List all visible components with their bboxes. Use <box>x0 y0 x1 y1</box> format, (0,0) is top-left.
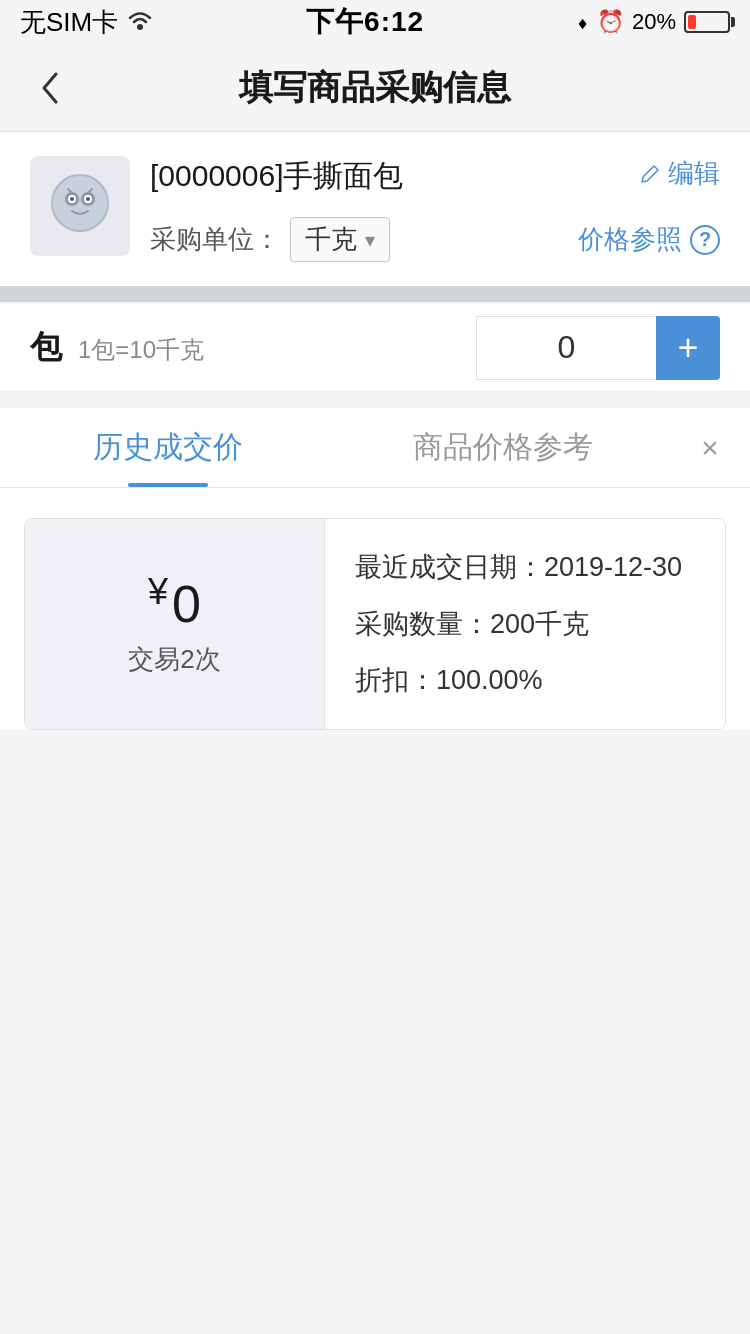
product-name-row: [0000006]手撕面包 编辑 <box>150 156 720 197</box>
purchase-qty-row: 采购数量：200千克 <box>355 604 695 645</box>
quantity-input[interactable]: 0 <box>476 316 656 380</box>
price-ref-label: 价格参照 <box>578 222 682 257</box>
status-left: 无SIM卡 <box>20 5 154 40</box>
history-left: ¥0 交易2次 <box>25 519 325 729</box>
unit-arrow-icon: ▾ <box>365 228 375 252</box>
battery-icon <box>684 11 730 33</box>
edit-button[interactable]: 编辑 <box>639 156 720 191</box>
quantity-label-group: 包 1包=10千克 <box>30 326 204 370</box>
location-icon: ⬧ <box>576 9 589 35</box>
price-ref-icon: ? <box>690 225 720 255</box>
separator-bar <box>0 286 750 302</box>
battery-percent: 20% <box>632 9 676 35</box>
tabs-header: 历史成交价 商品价格参考 × <box>0 408 750 488</box>
recent-date-row: 最近成交日期：2019-12-30 <box>355 547 695 588</box>
unit-select[interactable]: 千克 ▾ <box>290 217 390 262</box>
quantity-unit-big: 包 <box>30 326 62 370</box>
trade-count: 交易2次 <box>128 642 220 677</box>
status-bar: 无SIM卡 下午6:12 ⬧ ⏰ 20% <box>0 0 750 44</box>
nav-bar: 填写商品采购信息 <box>0 44 750 132</box>
tab-price-ref[interactable]: 商品价格参考 <box>335 408 670 487</box>
battery-fill <box>688 15 696 29</box>
main-body <box>0 760 750 1335</box>
history-price: ¥0 <box>148 571 201 634</box>
quantity-input-group: 0 + <box>476 316 720 380</box>
quantity-sub-label: 1包=10千克 <box>78 334 204 366</box>
unit-value: 千克 <box>305 222 357 257</box>
product-image <box>30 156 130 256</box>
product-name: [0000006]手撕面包 <box>150 156 639 197</box>
tab-close-button[interactable]: × <box>670 408 750 488</box>
status-right: ⬧ ⏰ 20% <box>576 9 730 35</box>
svg-point-0 <box>137 24 143 30</box>
tab-history-price[interactable]: 历史成交价 <box>0 408 335 487</box>
svg-point-6 <box>70 197 74 201</box>
quantity-plus-button[interactable]: + <box>656 316 720 380</box>
svg-point-1 <box>52 175 108 231</box>
product-logo <box>50 173 110 239</box>
tab-underline <box>128 483 208 487</box>
page-title: 填写商品采购信息 <box>239 65 511 111</box>
currency-symbol: ¥ <box>148 571 168 612</box>
product-info: [0000006]手撕面包 编辑 采购单位： 千克 ▾ 价格 <box>150 156 720 262</box>
product-top: [0000006]手撕面包 编辑 采购单位： 千克 ▾ 价格 <box>30 156 720 262</box>
carrier-text: 无SIM卡 <box>20 5 118 40</box>
price-ref-button[interactable]: 价格参照 ? <box>578 222 720 257</box>
history-card: ¥0 交易2次 最近成交日期：2019-12-30 采购数量：200千克 折扣：… <box>24 518 726 730</box>
tabs-panel: 历史成交价 商品价格参考 × ¥0 交易2次 最近成交日期：2019-12-30… <box>0 408 750 730</box>
unit-label: 采购单位： <box>150 222 280 257</box>
product-card: [0000006]手撕面包 编辑 采购单位： 千克 ▾ 价格 <box>0 132 750 286</box>
back-button[interactable] <box>20 58 80 118</box>
status-time: 下午6:12 <box>306 3 424 41</box>
discount-row: 折扣：100.00% <box>355 660 695 701</box>
product-unit-row: 采购单位： 千克 ▾ 价格参照 ? <box>150 217 720 262</box>
wifi-icon <box>126 7 154 38</box>
alarm-icon: ⏰ <box>597 9 624 35</box>
quantity-section: 包 1包=10千克 0 + <box>0 304 750 392</box>
history-right: 最近成交日期：2019-12-30 采购数量：200千克 折扣：100.00% <box>325 519 725 729</box>
svg-point-7 <box>86 197 90 201</box>
